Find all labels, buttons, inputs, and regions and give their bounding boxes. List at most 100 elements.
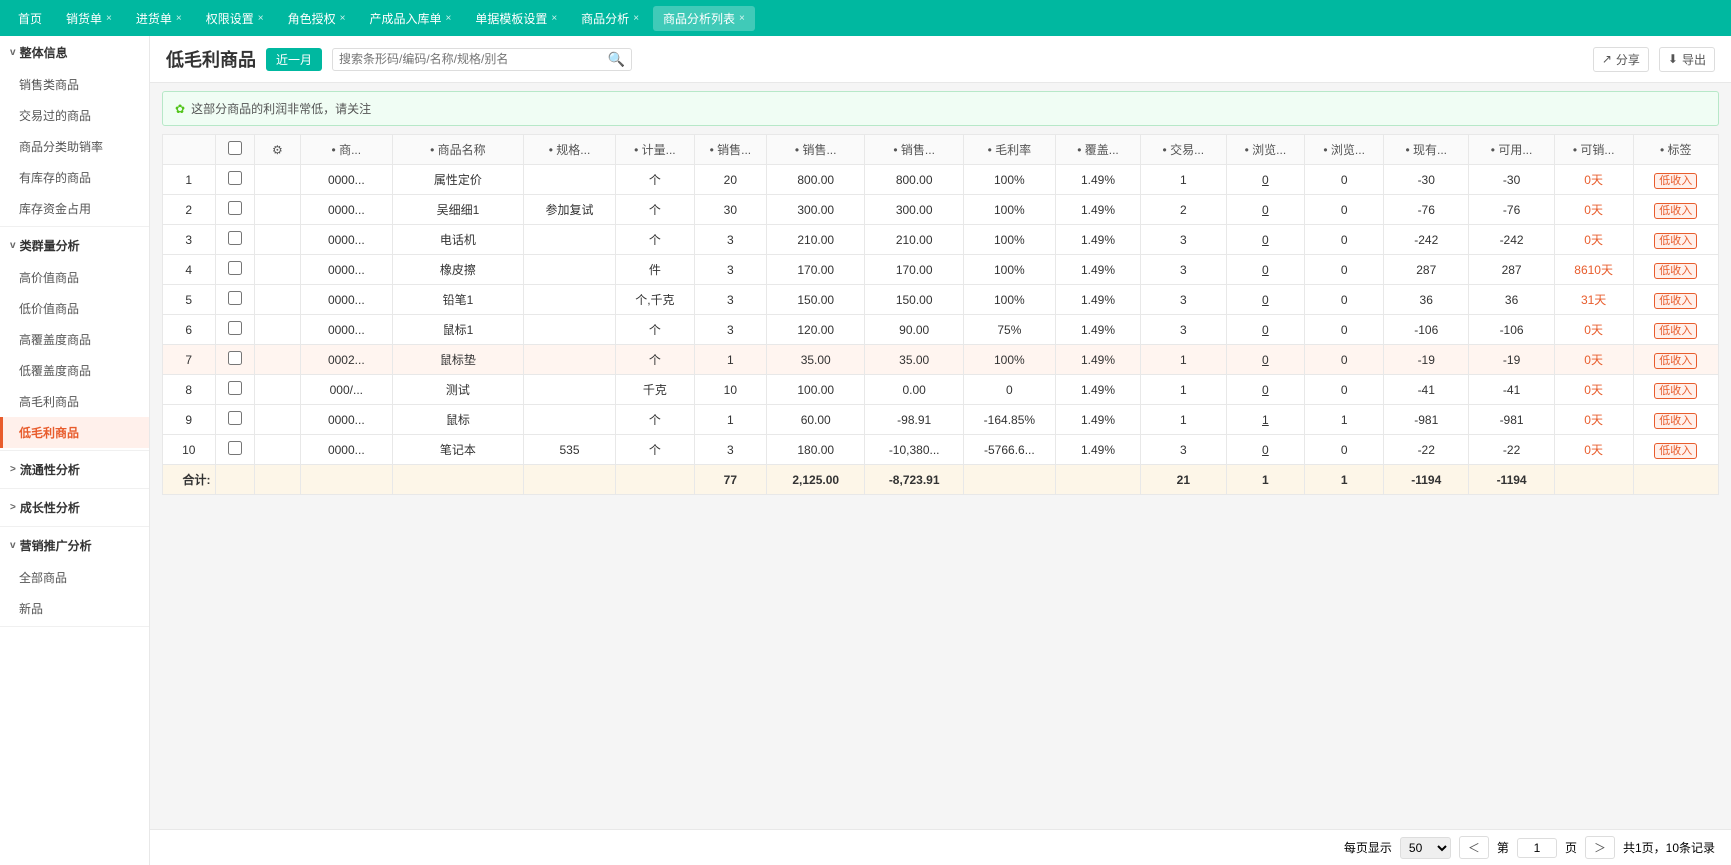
sidebar-item-销售类商品[interactable]: 销售类商品 xyxy=(0,69,149,100)
row-checkbox[interactable] xyxy=(228,171,242,185)
browse-link[interactable]: 0 xyxy=(1262,443,1269,457)
tag-badge: 低收入 xyxy=(1654,323,1697,339)
sidebar-item-有库存的商品[interactable]: 有库存的商品 xyxy=(0,162,149,193)
cell-check[interactable] xyxy=(215,165,254,195)
page-input[interactable] xyxy=(1517,838,1557,858)
close-icon[interactable]: × xyxy=(445,13,451,24)
next-page-btn[interactable]: ＞ xyxy=(1585,836,1615,859)
page-size-label: 每页显示 xyxy=(1344,839,1392,856)
cell-browse1[interactable]: 0 xyxy=(1226,225,1305,255)
browse-link[interactable]: 0 xyxy=(1262,263,1269,277)
browse-link[interactable]: 0 xyxy=(1262,293,1269,307)
sidebar-item-交易过的商品[interactable]: 交易过的商品 xyxy=(0,100,149,131)
nav-item-产成品入库单[interactable]: 产成品入库单× xyxy=(359,6,461,31)
sidebar-item-低价值商品[interactable]: 低价值商品 xyxy=(0,293,149,324)
sidebar-item-高覆盖度商品[interactable]: 高覆盖度商品 xyxy=(0,324,149,355)
row-checkbox[interactable] xyxy=(228,201,242,215)
cell-qty: 3 xyxy=(694,315,766,345)
nav-item-首页[interactable]: 首页 xyxy=(8,6,52,31)
cell-code: 0000... xyxy=(300,285,392,315)
row-checkbox[interactable] xyxy=(228,261,242,275)
browse-link[interactable]: 0 xyxy=(1262,233,1269,247)
close-icon[interactable]: × xyxy=(106,13,112,24)
cell-setting xyxy=(254,345,300,375)
row-checkbox[interactable] xyxy=(228,291,242,305)
cell-check[interactable] xyxy=(215,375,254,405)
close-icon[interactable]: × xyxy=(633,13,639,24)
cell-check[interactable] xyxy=(215,345,254,375)
row-checkbox[interactable] xyxy=(228,411,242,425)
prev-page-btn[interactable]: ＜ xyxy=(1459,836,1489,859)
cell-saleAmount: 0.00 xyxy=(865,375,963,405)
sidebar-item-低覆盖度商品[interactable]: 低覆盖度商品 xyxy=(0,355,149,386)
tag-badge: 低收入 xyxy=(1654,293,1697,309)
close-icon[interactable]: × xyxy=(258,13,264,24)
cell-check[interactable] xyxy=(215,435,254,465)
browse-link[interactable]: 0 xyxy=(1262,203,1269,217)
sidebar-item-全部商品[interactable]: 全部商品 xyxy=(0,562,149,593)
sidebar-item-低毛利商品[interactable]: 低毛利商品 xyxy=(0,417,149,448)
cell-tag: 低收入 xyxy=(1633,195,1718,225)
row-checkbox[interactable] xyxy=(228,351,242,365)
cell-browse1[interactable]: 0 xyxy=(1226,345,1305,375)
cell-check[interactable] xyxy=(215,405,254,435)
cell-browse1[interactable]: 0 xyxy=(1226,375,1305,405)
cell-browse1[interactable]: 0 xyxy=(1226,195,1305,225)
cell-browse1[interactable]: 0 xyxy=(1226,255,1305,285)
sidebar-group-成长性分析[interactable]: >成长性分析 xyxy=(0,491,149,524)
cell-code: 0000... xyxy=(300,405,392,435)
cell-check[interactable] xyxy=(215,225,254,255)
row-checkbox[interactable] xyxy=(228,381,242,395)
cell-unit: 个 xyxy=(615,405,694,435)
browse-link[interactable]: 0 xyxy=(1262,323,1269,337)
export-button[interactable]: ⬇ 导出 xyxy=(1659,47,1715,72)
nav-item-单据模板设置[interactable]: 单据模板设置× xyxy=(465,6,567,31)
browse-link[interactable]: 0 xyxy=(1262,173,1269,187)
sidebar-item-高毛利商品[interactable]: 高毛利商品 xyxy=(0,386,149,417)
nav-item-进货单[interactable]: 进货单× xyxy=(126,6,192,31)
close-icon[interactable]: × xyxy=(176,13,182,24)
nav-item-角色授权[interactable]: 角色授权× xyxy=(278,6,356,31)
row-checkbox[interactable] xyxy=(228,231,242,245)
nav-item-商品分析[interactable]: 商品分析× xyxy=(571,6,649,31)
sidebar-group-流通性分析[interactable]: >流通性分析 xyxy=(0,453,149,486)
share-button[interactable]: ↗ 分享 xyxy=(1593,47,1649,72)
cell-check[interactable] xyxy=(215,285,254,315)
share-icon: ↗ xyxy=(1602,52,1612,66)
nav-item-商品分析列表[interactable]: 商品分析列表× xyxy=(653,6,755,31)
select-all-checkbox[interactable] xyxy=(228,141,242,155)
sidebar-item-高价值商品[interactable]: 高价值商品 xyxy=(0,262,149,293)
close-icon[interactable]: × xyxy=(739,13,745,24)
cell-browse1[interactable]: 0 xyxy=(1226,165,1305,195)
cell-unit: 个 xyxy=(615,435,694,465)
close-icon[interactable]: × xyxy=(340,13,346,24)
row-checkbox[interactable] xyxy=(228,321,242,335)
sidebar-group-营销推广分析[interactable]: v营销推广分析 xyxy=(0,529,149,562)
cell-salePrice: 300.00 xyxy=(766,195,864,225)
cell-browse1[interactable]: 1 xyxy=(1226,405,1305,435)
browse-link[interactable]: 0 xyxy=(1262,383,1269,397)
sidebar-item-库存资金占用[interactable]: 库存资金占用 xyxy=(0,193,149,224)
row-checkbox[interactable] xyxy=(228,441,242,455)
browse-link[interactable]: 1 xyxy=(1262,413,1269,427)
nav-item-销货单[interactable]: 销货单× xyxy=(56,6,122,31)
browse-link[interactable]: 0 xyxy=(1262,353,1269,367)
cell-index: 1 xyxy=(163,165,216,195)
page-size-select[interactable]: 5020100 xyxy=(1400,837,1451,859)
nav-item-权限设置[interactable]: 权限设置× xyxy=(196,6,274,31)
cell-browse1[interactable]: 0 xyxy=(1226,315,1305,345)
cell-browse1[interactable]: 0 xyxy=(1226,285,1305,315)
close-icon[interactable]: × xyxy=(551,13,557,24)
search-input[interactable] xyxy=(339,52,608,66)
cell-check[interactable] xyxy=(215,255,254,285)
sidebar-group-label: 流通性分析 xyxy=(20,461,80,478)
cell-check[interactable] xyxy=(215,315,254,345)
sidebar-item-商品分类助销率[interactable]: 商品分类助销率 xyxy=(0,131,149,162)
sidebar-item-新品[interactable]: 新品 xyxy=(0,593,149,624)
sidebar-group-类群量分析[interactable]: v类群量分析 xyxy=(0,229,149,262)
filter-btn[interactable]: 近一月 xyxy=(266,48,322,71)
cell-browse1[interactable]: 0 xyxy=(1226,435,1305,465)
cell-check[interactable] xyxy=(215,195,254,225)
sidebar-group-整体信息[interactable]: v整体信息 xyxy=(0,36,149,69)
col-header-stock: • 现有... xyxy=(1384,135,1469,165)
